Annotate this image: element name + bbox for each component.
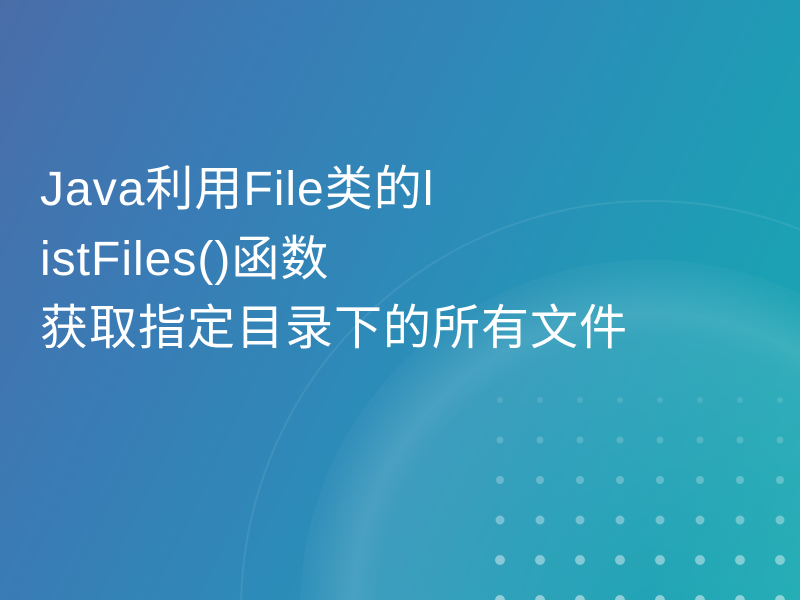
decor-dots <box>480 380 800 600</box>
title-line-2: istFiles()函数 <box>40 233 329 286</box>
title-line-1: Java利用File类的l <box>40 163 434 216</box>
title-text: Java利用File类的l istFiles()函数 获取指定目录下的所有文件 <box>40 155 628 364</box>
title-line-3: 获取指定目录下的所有文件 <box>40 302 628 355</box>
hero-banner: Java利用File类的l istFiles()函数 获取指定目录下的所有文件 <box>0 0 800 600</box>
dot-grid-icon <box>495 397 800 600</box>
